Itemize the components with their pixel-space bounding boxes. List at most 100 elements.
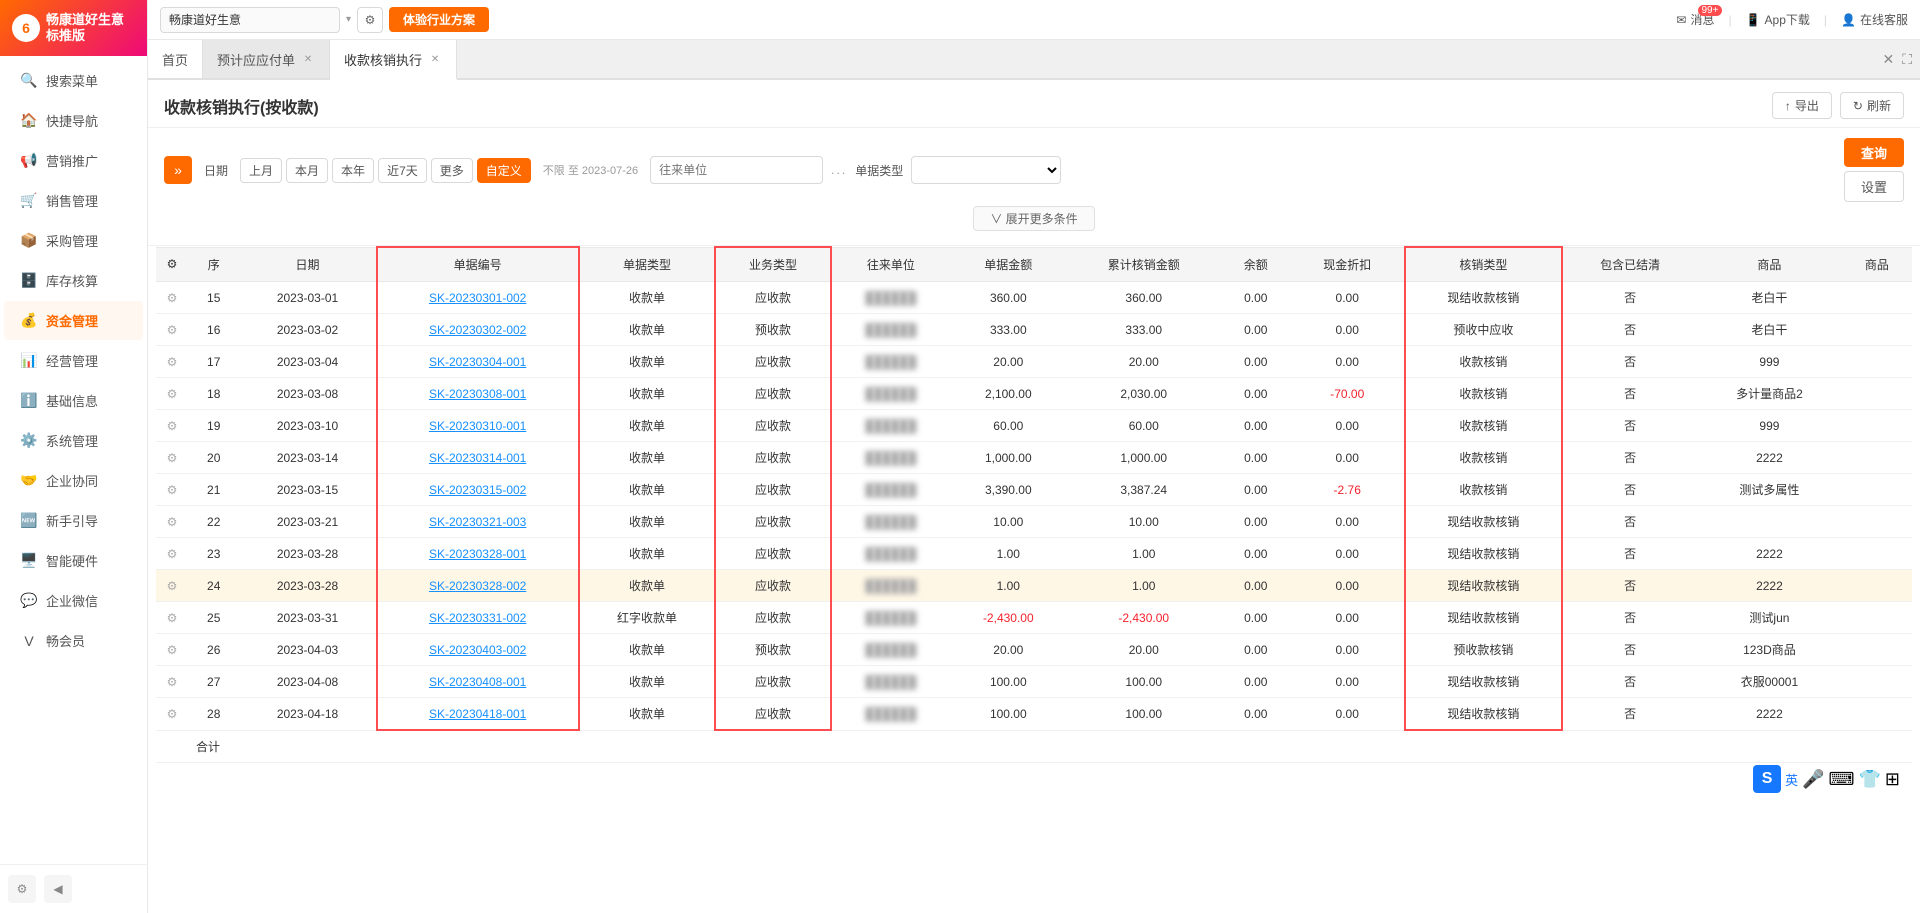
td-verify-type: 现结收款核销 — [1405, 602, 1563, 634]
filter-doctype-select[interactable] — [911, 156, 1061, 184]
doc-no-link[interactable]: SK-20230315-002 — [429, 483, 526, 497]
doc-no-link[interactable]: SK-20230321-003 — [429, 515, 526, 529]
topbar-gear-btn[interactable]: ⚙ — [357, 7, 383, 33]
td-gear[interactable]: ⚙ — [156, 282, 188, 314]
s-logo-watermark: S 英 🎤 ⌨ 👕 ⊞ — [1753, 765, 1900, 793]
doc-no-link[interactable]: SK-20230331-002 — [429, 611, 526, 625]
doc-no-link[interactable]: SK-20230308-001 — [429, 387, 526, 401]
sidebar-item-quick[interactable]: 🏠快捷导航 — [4, 101, 143, 140]
sidebar-item-marketing[interactable]: 📢营销推广 — [4, 141, 143, 180]
doc-no-link[interactable]: SK-20230301-002 — [429, 291, 526, 305]
filter-set-btn[interactable]: 设置 — [1844, 171, 1904, 202]
td-gear[interactable]: ⚙ — [156, 506, 188, 538]
td-gear[interactable]: ⚙ — [156, 378, 188, 410]
filter-query-btn[interactable]: 查询 — [1844, 138, 1904, 167]
sidebar-item-guide[interactable]: 🆕新手引导 — [4, 501, 143, 540]
tab-home[interactable]: 首页 — [148, 40, 203, 78]
td-gear[interactable]: ⚙ — [156, 538, 188, 570]
doc-no-link[interactable]: SK-20230408-001 — [429, 675, 526, 689]
topbar-app-download[interactable]: 📱 App下载 — [1746, 11, 1810, 28]
td-gear[interactable]: ⚙ — [156, 442, 188, 474]
page-title: 收款核销执行(按收款) — [164, 94, 319, 118]
doc-no-link[interactable]: SK-20230328-001 — [429, 547, 526, 561]
refresh-btn[interactable]: ↻ 刷新 — [1840, 92, 1904, 119]
sidebar-label-hardware: 智能硬件 — [46, 551, 98, 570]
tab-verify[interactable]: 收款核销执行 ✕ — [330, 40, 457, 80]
filter-last-month-btn[interactable]: 上月 — [240, 158, 282, 183]
td-doc-no: SK-20230321-003 — [377, 506, 579, 538]
topbar-dropdown-icon[interactable]: ▾ — [346, 14, 351, 25]
doc-no-link[interactable]: SK-20230314-001 — [429, 451, 526, 465]
td-gear[interactable]: ⚙ — [156, 314, 188, 346]
td-gear[interactable]: ⚙ — [156, 602, 188, 634]
td-balance: 0.00 — [1221, 698, 1291, 731]
sidebar-item-wechat[interactable]: 💬企业微信 — [4, 581, 143, 620]
td-amount: -2,430.00 — [950, 602, 1067, 634]
filter-dots: ... — [831, 163, 847, 177]
td-amount: 360.00 — [950, 282, 1067, 314]
tabbar-fullscreen-icon[interactable]: ⛶ — [1902, 51, 1912, 68]
sidebar-item-basic[interactable]: ℹ️基础信息 — [4, 381, 143, 420]
td-verify-type: 收款核销 — [1405, 442, 1563, 474]
td-goods: 衣服00001 — [1697, 666, 1842, 698]
th-amount: 单据金额 — [950, 247, 1067, 282]
filter-toggle-btn[interactable]: » — [164, 156, 192, 184]
sidebar-item-search[interactable]: 🔍搜索菜单 — [4, 61, 143, 100]
doc-no-link[interactable]: SK-20230304-001 — [429, 355, 526, 369]
sidebar-item-sales[interactable]: 🛒销售管理 — [4, 181, 143, 220]
td-gear[interactable]: ⚙ — [156, 570, 188, 602]
logo-text: 畅康道好生意 标推版 — [46, 12, 124, 43]
filter-7days-btn[interactable]: 近7天 — [378, 158, 427, 183]
sidebar-settings-btn[interactable]: ⚙ — [8, 875, 36, 903]
td-doc-type: 收款单 — [579, 346, 716, 378]
td-goods2 — [1842, 634, 1912, 666]
td-gear[interactable]: ⚙ — [156, 410, 188, 442]
td-no: 27 — [188, 666, 239, 698]
tabbar-close-icon[interactable]: ✕ — [1882, 51, 1894, 68]
td-gear[interactable]: ⚙ — [156, 346, 188, 378]
filter-this-month-btn[interactable]: 本月 — [286, 158, 328, 183]
page-header-actions: ↑ 导出 ↻ 刷新 — [1772, 92, 1904, 119]
sidebar-icon-sales: 🛒 — [20, 192, 38, 209]
td-goods2 — [1842, 410, 1912, 442]
expand-more-btn[interactable]: ∨ 展开更多条件 — [973, 206, 1094, 231]
doc-no-link[interactable]: SK-20230310-001 — [429, 419, 526, 433]
sidebar-label-member: 畅会员 — [46, 631, 85, 650]
th-gear[interactable]: ⚙ — [156, 247, 188, 282]
tab-prepay[interactable]: 预计应应付单 ✕ — [203, 40, 330, 78]
td-goods2 — [1842, 602, 1912, 634]
td-biz-type: 应收款 — [715, 602, 831, 634]
topbar-msg-btn[interactable]: ✉ 消息 99+ — [1676, 11, 1714, 28]
sidebar-icon-inventory: 🗄️ — [20, 272, 38, 289]
doc-no-link[interactable]: SK-20230328-002 — [429, 579, 526, 593]
sidebar-item-hardware[interactable]: 🖥️智能硬件 — [4, 541, 143, 580]
topbar-industry-btn[interactable]: 体验行业方案 — [389, 7, 489, 32]
filter-partner-input[interactable] — [650, 156, 823, 184]
sidebar-item-system[interactable]: ⚙️系统管理 — [4, 421, 143, 460]
sidebar-item-member[interactable]: V畅会员 — [4, 621, 143, 660]
td-discount: 0.00 — [1291, 698, 1405, 731]
sidebar-item-inventory[interactable]: 🗄️库存核算 — [4, 261, 143, 300]
table-row: ⚙ 25 2023-03-31 SK-20230331-002 红字收款单 应收… — [156, 602, 1912, 634]
td-gear[interactable]: ⚙ — [156, 634, 188, 666]
doc-no-link[interactable]: SK-20230418-001 — [429, 707, 526, 721]
tab-verify-close[interactable]: ✕ — [428, 52, 442, 66]
doc-no-link[interactable]: SK-20230403-002 — [429, 643, 526, 657]
td-gear[interactable]: ⚙ — [156, 474, 188, 506]
topbar-online-service[interactable]: 👤 在线客服 — [1841, 11, 1908, 28]
filter-custom-btn[interactable]: 自定义 — [477, 158, 531, 183]
filter-more-btn[interactable]: 更多 — [431, 158, 473, 183]
topbar-search-input[interactable] — [160, 7, 340, 33]
export-btn[interactable]: ↑ 导出 — [1772, 92, 1832, 119]
td-amount: 60.00 — [950, 410, 1067, 442]
td-gear[interactable]: ⚙ — [156, 698, 188, 731]
tab-prepay-close[interactable]: ✕ — [301, 52, 315, 66]
sidebar-item-capital[interactable]: 💰资金管理 — [4, 301, 143, 340]
filter-this-year-btn[interactable]: 本年 — [332, 158, 374, 183]
sidebar-item-operation[interactable]: 📊经营管理 — [4, 341, 143, 380]
td-gear[interactable]: ⚙ — [156, 666, 188, 698]
sidebar-collapse-btn[interactable]: ◀ — [44, 875, 72, 903]
sidebar-item-corp[interactable]: 🤝企业协同 — [4, 461, 143, 500]
sidebar-item-purchase[interactable]: 📦采购管理 — [4, 221, 143, 260]
doc-no-link[interactable]: SK-20230302-002 — [429, 323, 526, 337]
